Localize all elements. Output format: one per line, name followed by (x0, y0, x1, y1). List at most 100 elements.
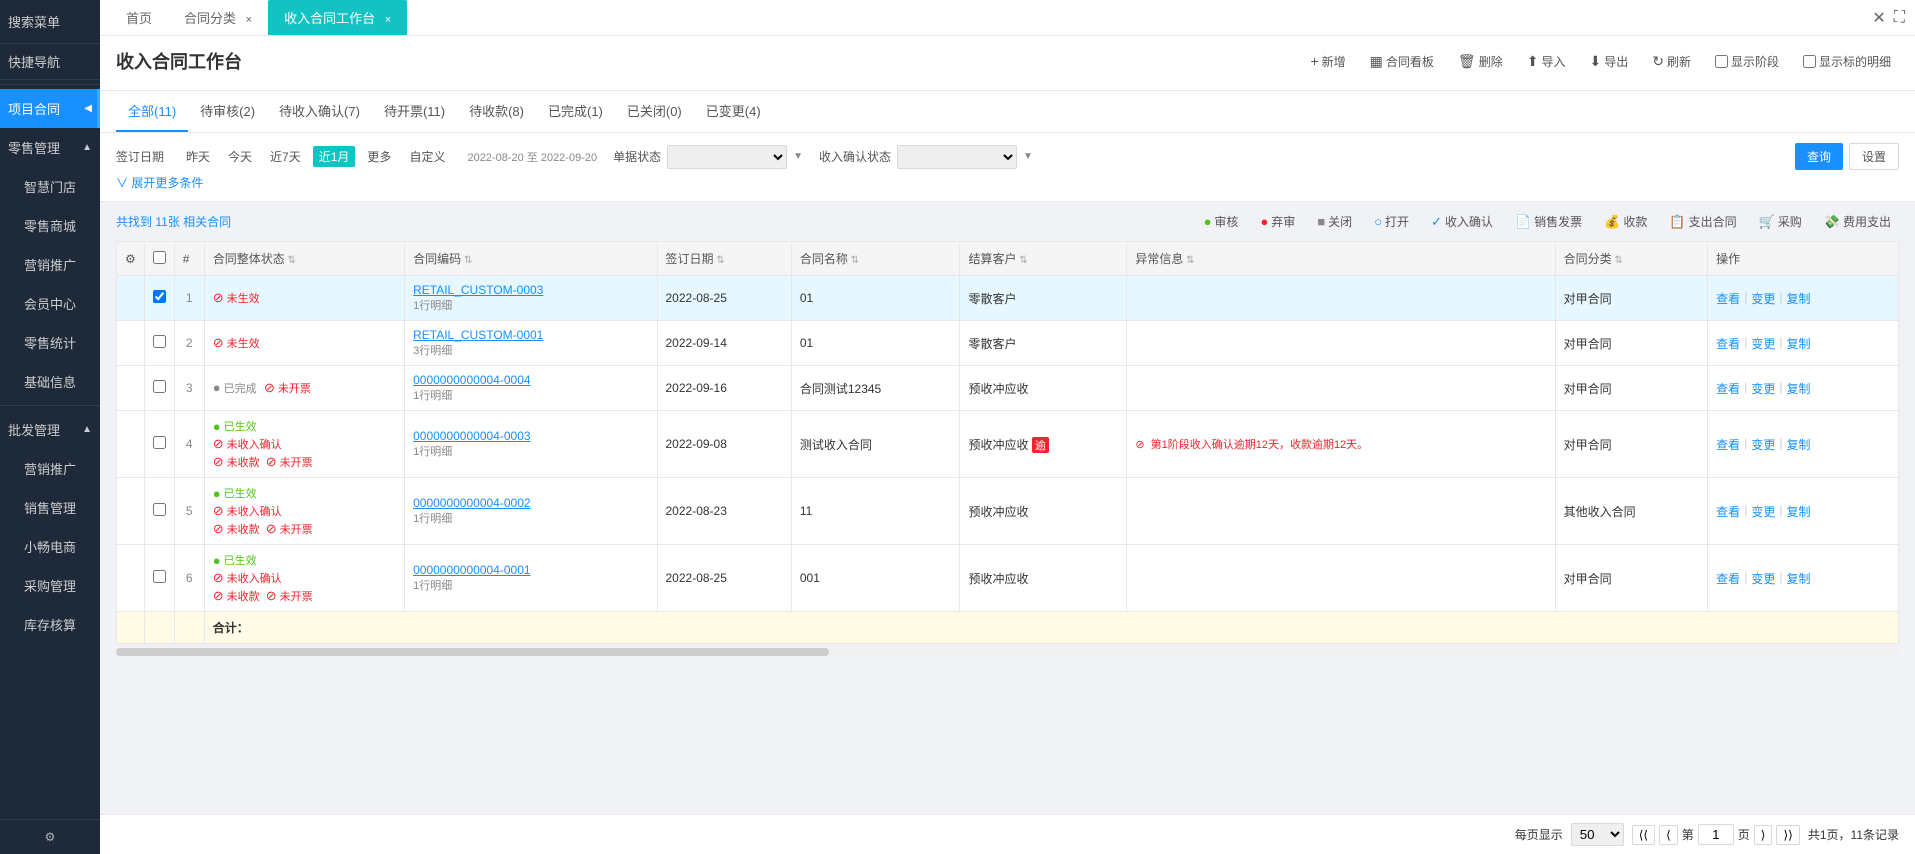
current-page-input[interactable] (1698, 824, 1734, 845)
expand-more-btn[interactable]: ∨ 展开更多条件 (116, 174, 203, 191)
sidebar-item-batch-mgmt[interactable]: 批发管理 ▲ (0, 410, 100, 449)
row3-checkbox-cell[interactable] (144, 366, 174, 411)
row4-change-link[interactable]: 变更 (1751, 436, 1775, 453)
horizontal-scrollbar[interactable] (116, 648, 1899, 656)
tab-home[interactable]: 首页 (110, 0, 168, 35)
row5-code-link[interactable]: 0000000000004-0002 (413, 496, 530, 510)
filter-last1month-btn[interactable]: 近1月 (313, 146, 356, 167)
row2-checkbox-cell[interactable] (144, 321, 174, 366)
last-page-btn[interactable]: ⟩⟩ (1776, 825, 1799, 845)
row5-copy-link[interactable]: 复制 (1786, 503, 1810, 520)
col-checkbox-header[interactable] (144, 242, 174, 276)
receive-btn[interactable]: 💰 收款 (1596, 210, 1655, 233)
row6-copy-link[interactable]: 复制 (1786, 570, 1810, 587)
tab-close-all-icon[interactable]: ✕ (1872, 8, 1885, 28)
row2-checkbox[interactable] (153, 335, 166, 348)
row1-change-link[interactable]: 变更 (1751, 290, 1775, 307)
row1-view-link[interactable]: 查看 (1716, 290, 1740, 307)
row2-code-link[interactable]: RETAIL_CUSTOM-0001 (413, 328, 543, 342)
tab-expand-icon[interactable]: ⛶ (1894, 9, 1905, 27)
sidebar-item-sales-mgmt[interactable]: 销售管理 (0, 488, 100, 527)
row5-checkbox-cell[interactable] (144, 478, 174, 545)
horizontal-scrollbar-thumb[interactable] (116, 648, 829, 656)
row1-checkbox-cell[interactable] (144, 276, 174, 321)
col-customer-header[interactable]: 结算客户 (960, 242, 1127, 276)
show-detail-checkbox-label[interactable]: 显示标的明细 (1795, 49, 1899, 74)
abandon-btn[interactable]: ● 弃审 (1252, 210, 1303, 233)
show-field-checkbox-label[interactable]: 显示阶段 (1707, 49, 1787, 74)
sidebar-item-retail[interactable]: 零售管理 ▲ (0, 128, 100, 167)
row1-code-link[interactable]: RETAIL_CUSTOM-0003 (413, 283, 543, 297)
sales-invoice-btn[interactable]: 📄 销售发票 (1507, 210, 1590, 233)
select-all-checkbox[interactable] (153, 251, 166, 264)
row4-checkbox-cell[interactable] (144, 411, 174, 478)
row3-change-link[interactable]: 变更 (1751, 380, 1775, 397)
sidebar-item-purchase[interactable]: 采购管理 (0, 566, 100, 605)
sidebar-settings[interactable]: ⚙ (0, 819, 100, 854)
sidebar-item-base-info[interactable]: 基础信息 (0, 362, 100, 401)
show-detail-checkbox[interactable] (1803, 55, 1816, 68)
row3-view-link[interactable]: 查看 (1716, 380, 1740, 397)
row5-checkbox[interactable] (153, 503, 166, 516)
filter-last7-btn[interactable]: 近7天 (264, 146, 307, 167)
tab-changed[interactable]: 已变更(4) (694, 91, 773, 132)
tab-pending-invoice[interactable]: 待开票(11) (372, 91, 457, 132)
sidebar-item-member[interactable]: 会员中心 (0, 284, 100, 323)
out-contract-btn[interactable]: 📋 支出合同 (1661, 210, 1744, 233)
row1-copy-link[interactable]: 复制 (1786, 290, 1810, 307)
delete-button[interactable]: 🗑 删除 (1450, 49, 1511, 74)
row2-view-link[interactable]: 查看 (1716, 335, 1740, 352)
filter-today-btn[interactable]: 今天 (222, 146, 258, 167)
tab-income-workbench[interactable]: 收入合同工作台 × (268, 0, 407, 35)
import-button[interactable]: ⬆ 导入 (1519, 49, 1574, 74)
tab-pending-review[interactable]: 待审核(2) (188, 91, 267, 132)
col-contract-type-header[interactable]: 合同分类 (1555, 242, 1708, 276)
sidebar-search[interactable]: 搜索菜单 (0, 0, 100, 44)
close-btn[interactable]: ■ 关闭 (1309, 210, 1360, 233)
sidebar-quick-nav[interactable]: 快捷导航 (0, 44, 100, 80)
col-contract-status-header[interactable]: 合同整体状态 (204, 242, 404, 276)
settings-button[interactable]: 设置 (1849, 143, 1899, 170)
sidebar-item-smart-store[interactable]: 智慧门店 (0, 167, 100, 206)
row3-code-link[interactable]: 0000000000004-0004 (413, 373, 530, 387)
filter-yesterday-btn[interactable]: 昨天 (180, 146, 216, 167)
row6-checkbox[interactable] (153, 570, 166, 583)
tab-closed[interactable]: 已关闭(0) (615, 91, 694, 132)
row6-view-link[interactable]: 查看 (1716, 570, 1740, 587)
col-contract-code-header[interactable]: 合同编码 (405, 242, 657, 276)
row5-change-link[interactable]: 变更 (1751, 503, 1775, 520)
row3-copy-link[interactable]: 复制 (1786, 380, 1810, 397)
row2-change-link[interactable]: 变更 (1751, 335, 1775, 352)
row3-checkbox[interactable] (153, 380, 166, 393)
next-page-btn[interactable]: ⟩ (1754, 825, 1773, 845)
review-btn[interactable]: ● 审核 (1196, 210, 1247, 233)
row6-checkbox-cell[interactable] (144, 545, 174, 612)
tab-pending-receive[interactable]: 待收款(8) (457, 91, 536, 132)
row4-copy-link[interactable]: 复制 (1786, 436, 1810, 453)
refresh-button[interactable]: ↻ 刷新 (1644, 49, 1699, 74)
sidebar-item-retail-mall[interactable]: 零售商城 (0, 206, 100, 245)
per-page-select[interactable]: 50 10 20 100 (1571, 823, 1624, 846)
open-btn[interactable]: ○ 打开 (1366, 210, 1417, 233)
filter-more-btn[interactable]: 更多 (361, 146, 397, 167)
col-sign-date-header[interactable]: 签订日期 (657, 242, 791, 276)
show-field-checkbox[interactable] (1715, 55, 1728, 68)
row2-copy-link[interactable]: 复制 (1786, 335, 1810, 352)
tab-completed[interactable]: 已完成(1) (536, 91, 615, 132)
tab-contract-category[interactable]: 合同分类 × (168, 0, 268, 35)
income-confirm-select[interactable] (897, 145, 1017, 169)
sidebar-item-marketing[interactable]: 营销推广 (0, 245, 100, 284)
sidebar-item-project[interactable]: 项目合同 ◀ (0, 89, 100, 128)
first-page-btn[interactable]: ⟨⟨ (1632, 825, 1655, 845)
sidebar-item-retail-stat[interactable]: 零售统计 (0, 323, 100, 362)
col-setting-header[interactable]: ⚙ (117, 242, 145, 276)
row6-change-link[interactable]: 变更 (1751, 570, 1775, 587)
row6-code-link[interactable]: 0000000000004-0001 (413, 563, 530, 577)
sidebar-item-inventory[interactable]: 库存核算 (0, 605, 100, 644)
income-confirm-btn[interactable]: ✓ 收入确认 (1423, 210, 1501, 233)
row4-checkbox[interactable] (153, 436, 166, 449)
col-error-info-header[interactable]: 异常信息 (1127, 242, 1555, 276)
sidebar-item-marketing2[interactable]: 营销推广 (0, 449, 100, 488)
kanban-button[interactable]: ▦ 合同看板 (1362, 49, 1442, 74)
prev-page-btn[interactable]: ⟨ (1659, 825, 1678, 845)
